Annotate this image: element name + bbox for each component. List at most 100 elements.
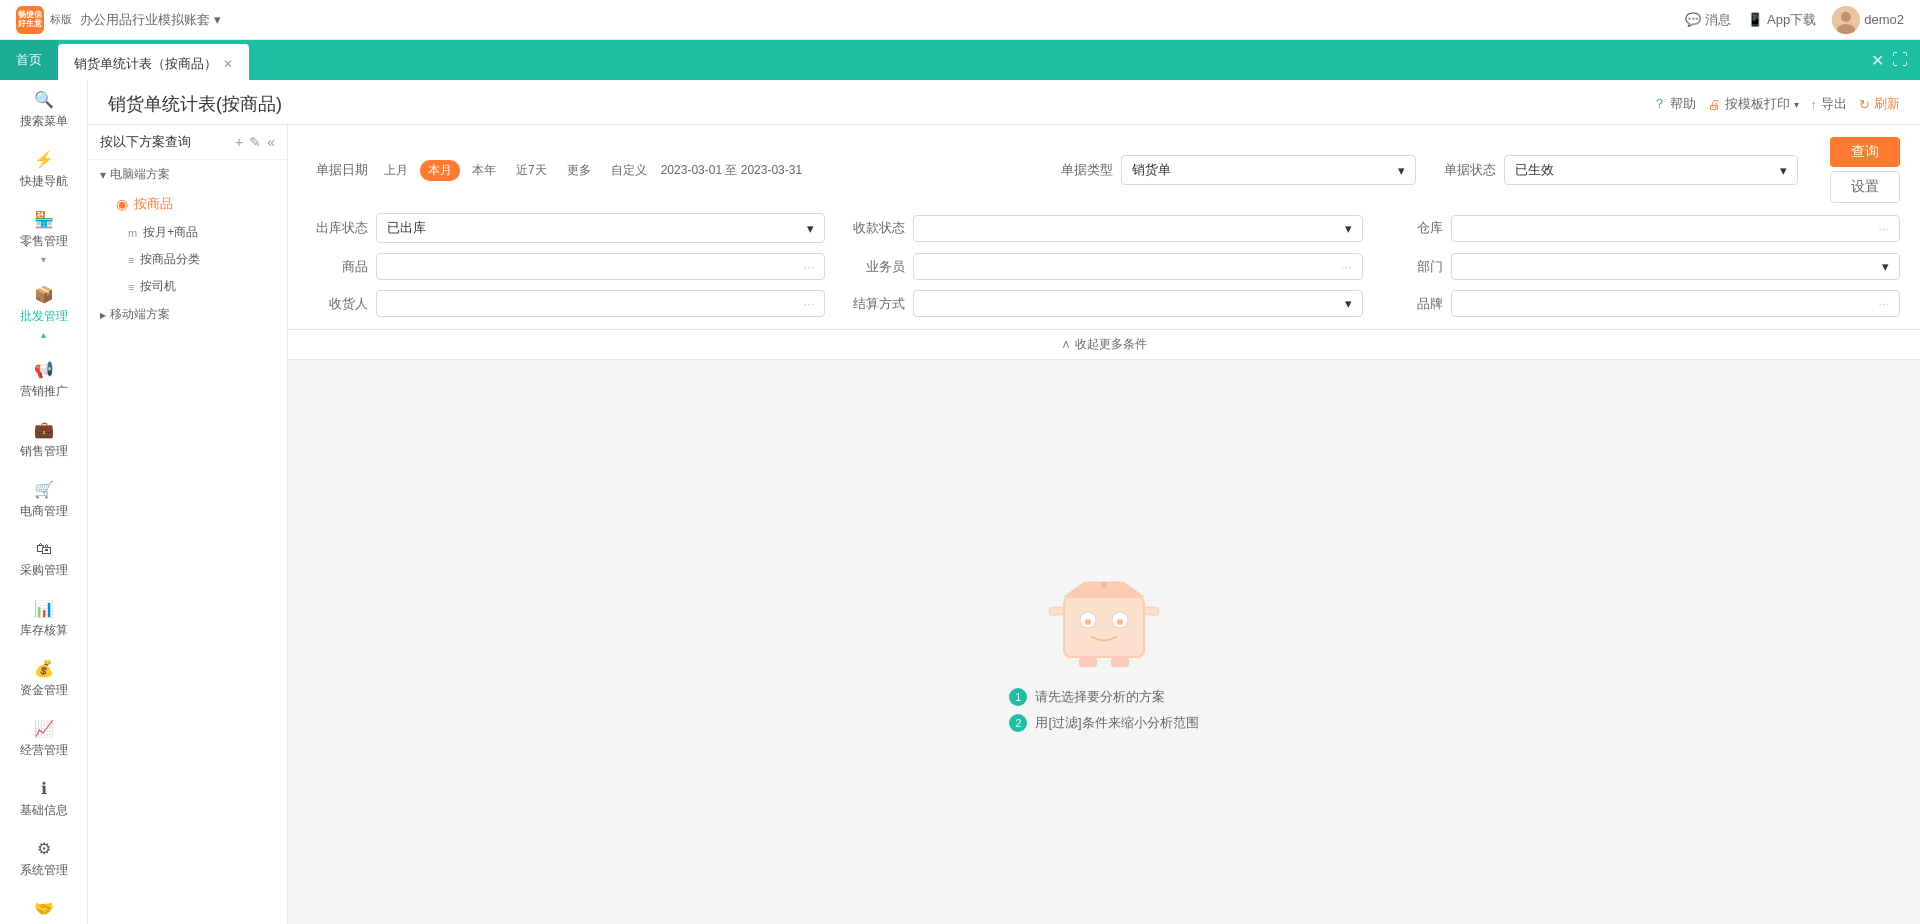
scheme-group-desktop-header[interactable]: ▾ 电脑端方案 (88, 160, 287, 189)
tab-sales-stats-label: 销货单统计表（按商品） (74, 55, 217, 73)
settings-button[interactable]: 设置 (1830, 171, 1900, 203)
warehouse-control[interactable]: ··· (1451, 215, 1900, 242)
export-button[interactable]: ↑ 导出 (1811, 95, 1848, 113)
filter-row-3: 商品 ··· 业务员 ··· (308, 253, 1900, 280)
step-2-num: 2 (1009, 714, 1027, 732)
sidebar-item-quick-nav[interactable]: ⚡ 快捷导航 (0, 140, 87, 200)
wholesale-chevron-icon: ▴ (41, 329, 46, 340)
mobile-group-label: 移动端方案 (110, 306, 170, 323)
scheme-header-title: 按以下方案查询 (100, 133, 191, 151)
scheme-item-by-goods[interactable]: ◉ 按商品 (88, 189, 287, 219)
doc-type-value: 销货单 (1132, 161, 1171, 179)
refresh-button[interactable]: ↻ 刷新 (1859, 95, 1900, 113)
tab-bar-actions: ✕ ⛶ (1859, 40, 1920, 80)
sidebar-item-system[interactable]: ⚙ 系统管理 (0, 829, 87, 889)
date-tab-this-month[interactable]: 本月 (420, 160, 460, 181)
page-title: 销货单统计表(按商品) (108, 92, 282, 116)
date-tab-this-year[interactable]: 本年 (464, 160, 504, 181)
top-bar-left: 畅捷信好生意 标版 办公用品行业模拟账套 ▾ (16, 6, 221, 34)
sidebar-item-sales[interactable]: 💼 销售管理 (0, 410, 87, 470)
scheme-group-mobile-header[interactable]: ▸ 移动端方案 (88, 300, 287, 329)
page-header: 销货单统计表(按商品) ？ 帮助 🖨 按模板打印 ▾ ↑ 导出 ↻ 刷新 (88, 80, 1920, 125)
company-name: 办公用品行业模拟账套 (80, 11, 210, 29)
salesman-label: 业务员 (845, 258, 905, 276)
empty-step-2: 2 用[过滤]条件来缩小分析范围 (1009, 714, 1198, 732)
goods-category-icon: ≡ (128, 254, 134, 266)
logo-subtitle: 标版 (50, 13, 72, 26)
stock-out-label: 出库状态 (308, 219, 368, 237)
finance-icon: 💰 (34, 659, 54, 678)
svg-rect-10 (1111, 657, 1129, 667)
scheme-collapse-icon[interactable]: « (267, 134, 275, 150)
sidebar-item-finance[interactable]: 💰 资金管理 (0, 649, 87, 709)
logo-text: 畅捷信好生意 (18, 11, 42, 29)
tab-sales-stats[interactable]: 销货单统计表（按商品） ✕ (58, 44, 249, 80)
collection-control[interactable]: ▾ (913, 215, 1362, 242)
help-button[interactable]: ？ 帮助 (1653, 95, 1696, 113)
top-bar-right: 💬 消息 📱 App下载 demo2 (1685, 6, 1904, 34)
empty-steps: 1 请先选择要分析的方案 2 用[过滤]条件来缩小分析范围 (1009, 688, 1198, 732)
user-nav-item[interactable]: demo2 (1832, 6, 1904, 34)
empty-state-illustration (1044, 552, 1164, 672)
date-tab-custom[interactable]: 自定义 (603, 160, 655, 181)
sidebar-item-label-basic: 基础信息 (20, 802, 68, 819)
query-button[interactable]: 查询 (1830, 137, 1900, 167)
sidebar-item-label-sales: 销售管理 (20, 443, 68, 460)
enterprise-icon: 🤝 (34, 899, 54, 918)
tab-home[interactable]: 首页 (0, 40, 58, 80)
company-selector[interactable]: 办公用品行业模拟账套 ▾ (80, 11, 221, 29)
scheme-item-by-cashier[interactable]: ≡ 按司机 (88, 273, 287, 300)
empty-step-1: 1 请先选择要分析的方案 (1009, 688, 1198, 706)
filter-item-goods: 商品 ··· (308, 253, 825, 280)
date-tab-7days[interactable]: 近7天 (508, 160, 555, 181)
desktop-group-label: 电脑端方案 (110, 166, 170, 183)
tab-close-window-icon[interactable]: ✕ (1871, 51, 1884, 70)
filter-item-date: 单据日期 上月 本月 本年 近7天 更多 自定义 20 (308, 160, 1033, 181)
brand-control[interactable]: ··· (1451, 290, 1900, 317)
tab-maximize-icon[interactable]: ⛶ (1892, 51, 1908, 69)
doc-type-label: 单据类型 (1053, 161, 1113, 179)
sidebar-item-operation[interactable]: 📈 经营管理 (0, 709, 87, 769)
robot-svg (1044, 552, 1164, 672)
goods-control[interactable]: ··· (376, 253, 825, 280)
message-nav-item[interactable]: 💬 消息 (1685, 11, 1731, 29)
scheme-group-mobile: ▸ 移动端方案 (88, 300, 287, 329)
scheme-item-by-goods-category[interactable]: ≡ 按商品分类 (88, 246, 287, 273)
stock-out-control[interactable]: 已出库 ▾ (376, 213, 825, 243)
scheme-item-by-month-goods[interactable]: m 按月+商品 (88, 219, 287, 246)
doc-status-control[interactable]: 已生效 ▾ (1504, 155, 1799, 185)
receiver-label: 收货人 (308, 295, 368, 313)
basic-icon: ℹ (41, 779, 47, 798)
collapse-bar[interactable]: ∧ 收起更多条件 (288, 330, 1920, 360)
department-label: 部门 (1383, 258, 1443, 276)
department-control[interactable]: ▾ (1451, 253, 1900, 280)
sidebar-item-inventory[interactable]: 📊 库存核算 (0, 589, 87, 649)
date-range-value: 2023-03-01 至 2023-03-31 (661, 162, 802, 179)
by-cashier-label: 按司机 (140, 278, 176, 295)
page-actions: ？ 帮助 🖨 按模板打印 ▾ ↑ 导出 ↻ 刷新 (1653, 95, 1901, 113)
sidebar-item-wholesale[interactable]: 📦 批发管理 ▴ (0, 275, 87, 350)
sidebar-item-basic[interactable]: ℹ 基础信息 (0, 769, 87, 829)
sidebar-item-retail[interactable]: 🏪 零售管理 ▾ (0, 200, 87, 275)
sidebar-item-search-menu[interactable]: 🔍 搜索菜单 (0, 80, 87, 140)
app-download-nav-item[interactable]: 📱 App下载 (1747, 11, 1816, 29)
scheme-layout: 按以下方案查询 + ✎ « ▾ 电脑端方案 ◉ 按商品 (88, 125, 1920, 924)
date-tab-more[interactable]: 更多 (559, 160, 599, 181)
settlement-control[interactable]: ▾ (913, 290, 1362, 317)
tab-close-icon[interactable]: ✕ (223, 57, 233, 71)
sidebar-item-enterprise[interactable]: 🤝 企业协同 (0, 889, 87, 924)
sidebar-item-purchase[interactable]: 🛍 采购管理 (0, 530, 87, 589)
scheme-add-icon[interactable]: + (235, 134, 243, 150)
receiver-control[interactable]: ··· (376, 290, 825, 317)
scheme-edit-icon[interactable]: ✎ (249, 134, 261, 150)
svg-rect-11 (1049, 607, 1064, 615)
doc-type-control[interactable]: 销货单 ▾ (1121, 155, 1416, 185)
sidebar-item-marketing[interactable]: 📢 营销推广 (0, 350, 87, 410)
filter-item-salesman: 业务员 ··· (845, 253, 1362, 280)
salesman-control[interactable]: ··· (913, 253, 1362, 280)
date-tab-last-month[interactable]: 上月 (376, 160, 416, 181)
template-print-button[interactable]: 🖨 按模板打印 ▾ (1708, 95, 1799, 113)
sidebar-item-ecommerce[interactable]: 🛒 电商管理 (0, 470, 87, 530)
warehouse-dots-icon: ··· (1878, 221, 1889, 236)
retail-chevron-icon: ▾ (41, 254, 46, 265)
